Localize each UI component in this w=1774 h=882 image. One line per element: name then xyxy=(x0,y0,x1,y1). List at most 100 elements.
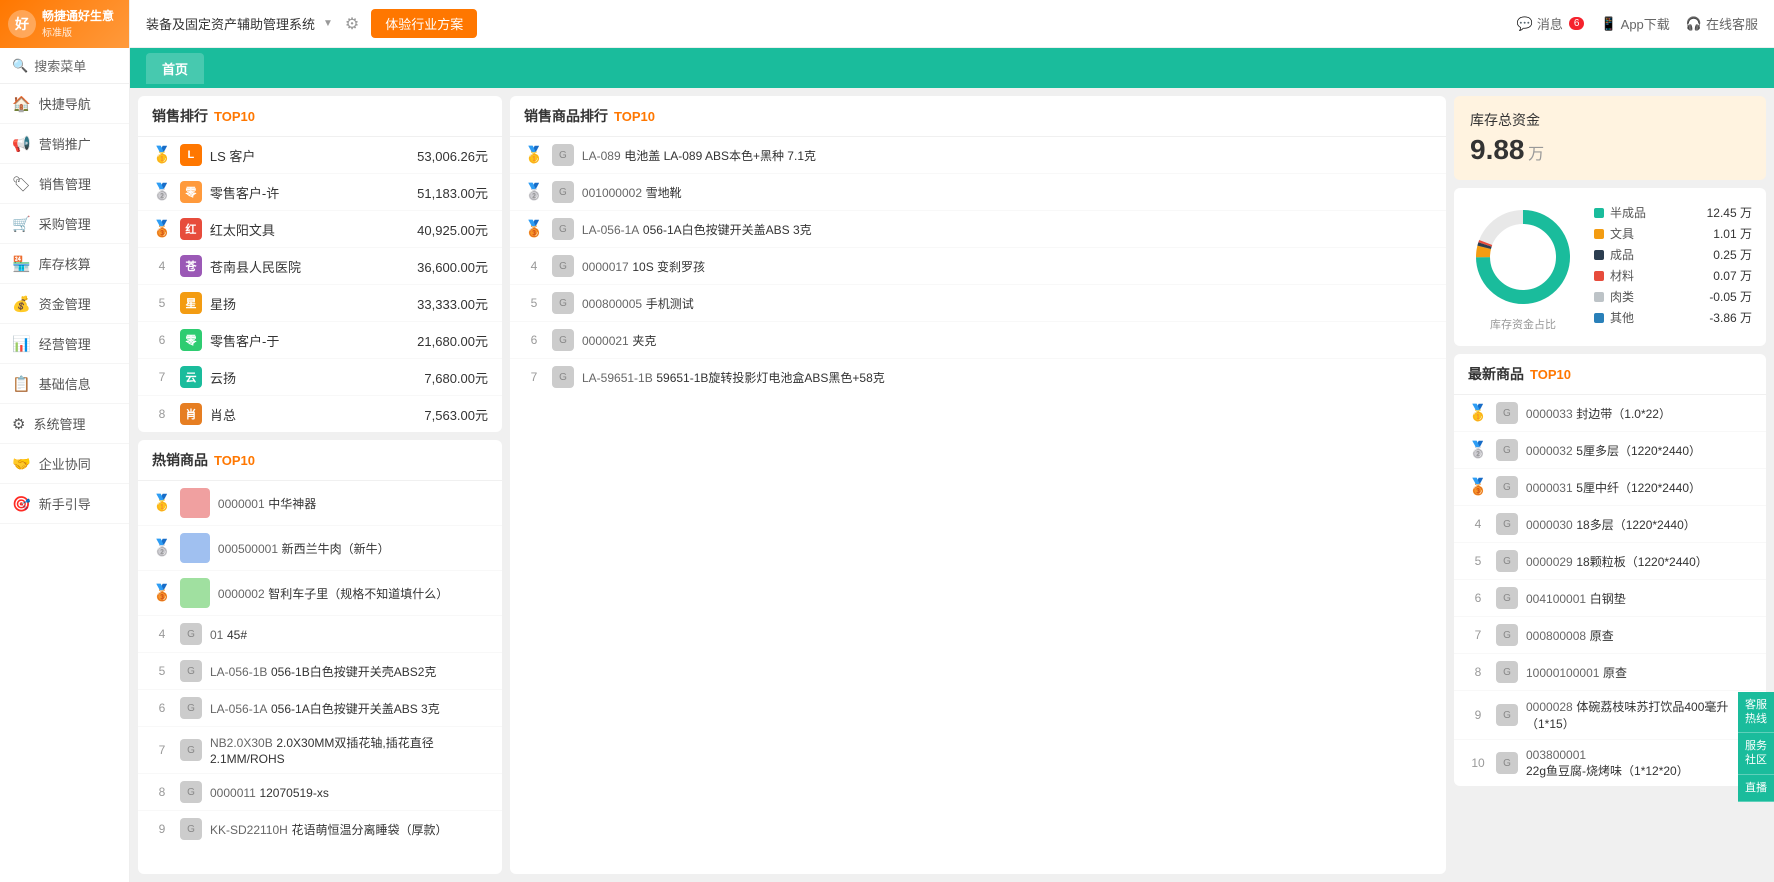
legend-label-wip: 半成品 xyxy=(1610,204,1701,221)
logo-icon: 好 xyxy=(8,10,36,38)
sales-products-title: 销售商品排行 xyxy=(524,106,608,126)
legend-item: 文具 1.01 万 xyxy=(1594,225,1752,242)
hot-products-header: 热销商品 TOP10 xyxy=(138,440,502,481)
topbar: 装备及固定资产辅助管理系统 ▼ ⚙ 体验行业方案 💬 消息 6 📱 App下载 … xyxy=(130,0,1774,48)
sidebar-item-operations[interactable]: 📊 经营管理 xyxy=(0,324,129,364)
rank-badge-5: 星 xyxy=(180,292,202,314)
sp-name-5: 手机测试 xyxy=(646,297,694,311)
list-item: 🥉 G 0000031 5厘中纤（1220*2440） xyxy=(1454,469,1766,506)
list-item: 8 G 10000100001 原查 xyxy=(1454,654,1766,691)
sidebar-item-label: 销售管理 xyxy=(39,174,91,193)
np-image-8: G xyxy=(1496,661,1518,683)
product-code-5: LA-056-1B xyxy=(210,665,267,679)
right-panel: 库存总资金 9.88 万 xyxy=(1454,88,1774,882)
sidebar-item-purchase[interactable]: 🛒 采购管理 xyxy=(0,204,129,244)
app-download-button[interactable]: 📱 App下载 xyxy=(1600,14,1669,33)
float-btn-community[interactable]: 服务社区 xyxy=(1738,733,1774,775)
hot-products-list: 🥇 0000001 中华神器 🥈 000500001 新西兰牛肉（新牛） xyxy=(138,481,502,847)
sp-rank-4: 4 xyxy=(524,259,544,273)
np-code-8: 10000100001 xyxy=(1526,666,1599,680)
sp-rank-7: 7 xyxy=(524,370,544,384)
legend-item: 半成品 12.45 万 xyxy=(1594,204,1752,221)
product-image-4: G xyxy=(180,623,202,645)
rank-medal-3: 🥉 xyxy=(152,219,172,239)
product-code-8: 0000011 xyxy=(210,786,256,800)
inventory-icon: 🏪 xyxy=(12,255,31,273)
legend-label-stationery: 文具 xyxy=(1610,225,1707,242)
messages-button[interactable]: 💬 消息 6 xyxy=(1517,14,1585,33)
sidebar-item-quick-nav[interactable]: 🏠 快捷导航 xyxy=(0,84,129,124)
product-rank-2: 🥈 xyxy=(152,538,172,558)
product-image-1 xyxy=(180,488,210,518)
sp-code-4: 0000017 xyxy=(582,260,629,274)
np-image-4: G xyxy=(1496,513,1518,535)
sales-products-card: 销售商品排行 TOP10 🥇 G LA-089 电池盖 LA-089 ABS本色… xyxy=(510,96,1446,874)
customer-amount-1: 53,006.26元 xyxy=(417,146,488,165)
system-selector[interactable]: 装备及固定资产辅助管理系统 ▼ xyxy=(146,14,333,33)
customer-name-5: 星扬 xyxy=(210,294,409,313)
float-btn-live[interactable]: 直播 xyxy=(1738,775,1774,802)
np-rank-9: 9 xyxy=(1468,708,1488,722)
messages-label: 消息 xyxy=(1537,14,1563,33)
trial-button[interactable]: 体验行业方案 xyxy=(371,9,477,38)
stock-chart-subtitle: 库存资金占比 xyxy=(1490,316,1556,332)
sp-rank-1: 🥇 xyxy=(524,145,544,165)
product-name-3: 智利车子里（规格不知道填什么） xyxy=(268,587,448,601)
np-code-1: 0000033 xyxy=(1526,407,1573,421)
search-menu-item[interactable]: 🔍 搜索菜单 xyxy=(0,48,129,84)
settings-icon[interactable]: ⚙ xyxy=(345,14,359,34)
customer-service-button[interactable]: 🎧 在线客服 xyxy=(1686,14,1758,33)
np-name-4: 18多层（1220*2440） xyxy=(1576,518,1695,532)
customer-amount-5: 33,333.00元 xyxy=(417,294,488,313)
sidebar-item-label: 基础信息 xyxy=(39,374,91,393)
customer-amount-3: 40,925.00元 xyxy=(417,220,488,239)
product-image-5: G xyxy=(180,660,202,682)
legend-label-meat: 肉类 xyxy=(1610,288,1703,305)
sidebar-item-marketing[interactable]: 📢 营销推广 xyxy=(0,124,129,164)
list-item: 6 G 004100001 白钢垫 xyxy=(1454,580,1766,617)
legend-item: 成品 0.25 万 xyxy=(1594,246,1752,263)
sales-ranking-title: 销售排行 xyxy=(152,106,208,126)
sidebar-item-basic-info[interactable]: 📋 基础信息 xyxy=(0,364,129,404)
app-name: 畅捷通好生意 xyxy=(42,9,114,23)
sidebar-item-sales[interactable]: 🏷 销售管理 xyxy=(0,164,129,204)
list-item: 🥈 000500001 新西兰牛肉（新牛） xyxy=(138,526,502,571)
sp-name-3: 056-1A白色按键开关盖ABS 3克 xyxy=(643,223,812,237)
sidebar-item-guide[interactable]: 🎯 新手引导 xyxy=(0,484,129,524)
np-rank-6: 6 xyxy=(1468,591,1488,605)
rank-badge-6: 零 xyxy=(180,329,202,351)
np-name-5: 18颗粒板（1220*2440） xyxy=(1576,555,1707,569)
float-btn-customer-service[interactable]: 客服热线 xyxy=(1738,692,1774,734)
product-code-3: 0000002 xyxy=(218,587,265,601)
np-code-7: 000800008 xyxy=(1526,629,1586,643)
product-name-2: 新西兰牛肉（新牛） xyxy=(282,542,390,556)
table-row: 4 苍 苍南县人民医院 36,600.00元 xyxy=(138,248,502,285)
legend-label-other: 其他 xyxy=(1610,309,1703,326)
sidebar-item-system[interactable]: ⚙ 系统管理 xyxy=(0,404,129,444)
stock-legend: 半成品 12.45 万 文具 1.01 万 成品 0.25 万 xyxy=(1594,204,1752,330)
stock-unit: 万 xyxy=(1528,146,1544,163)
sidebar-item-finance[interactable]: 💰 资金管理 xyxy=(0,284,129,324)
list-item: 6 G 0000021 夹克 xyxy=(510,322,1446,359)
sidebar-item-enterprise[interactable]: 🤝 企业协同 xyxy=(0,444,129,484)
tab-home[interactable]: 首页 xyxy=(146,53,204,84)
legend-value-other: -3.86 万 xyxy=(1709,309,1752,326)
product-image-7: G xyxy=(180,739,202,761)
sp-code-2: 001000002 xyxy=(582,186,642,200)
system-icon: ⚙ xyxy=(12,415,25,433)
np-image-10: G xyxy=(1496,752,1518,774)
customer-name-7: 云扬 xyxy=(210,368,416,387)
list-item: 🥉 0000002 智利车子里（规格不知道填什么） xyxy=(138,571,502,616)
legend-value-finished: 0.25 万 xyxy=(1713,246,1752,263)
sp-code-5: 000800005 xyxy=(582,297,642,311)
table-row: 7 云 云扬 7,680.00元 xyxy=(138,359,502,396)
legend-value-material: 0.07 万 xyxy=(1713,267,1752,284)
np-rank-3: 🥉 xyxy=(1468,477,1488,497)
messages-badge: 6 xyxy=(1569,17,1585,30)
sales-ranking-header: 销售排行 TOP10 xyxy=(138,96,502,137)
sidebar-item-inventory[interactable]: 🏪 库存核算 xyxy=(0,244,129,284)
list-item: 8 G 0000011 12070519-xs xyxy=(138,774,502,811)
np-code-5: 0000029 xyxy=(1526,555,1573,569)
product-rank-3: 🥉 xyxy=(152,583,172,603)
hot-products-card: 热销商品 TOP10 🥇 0000001 中华神器 🥈 xyxy=(138,440,502,874)
